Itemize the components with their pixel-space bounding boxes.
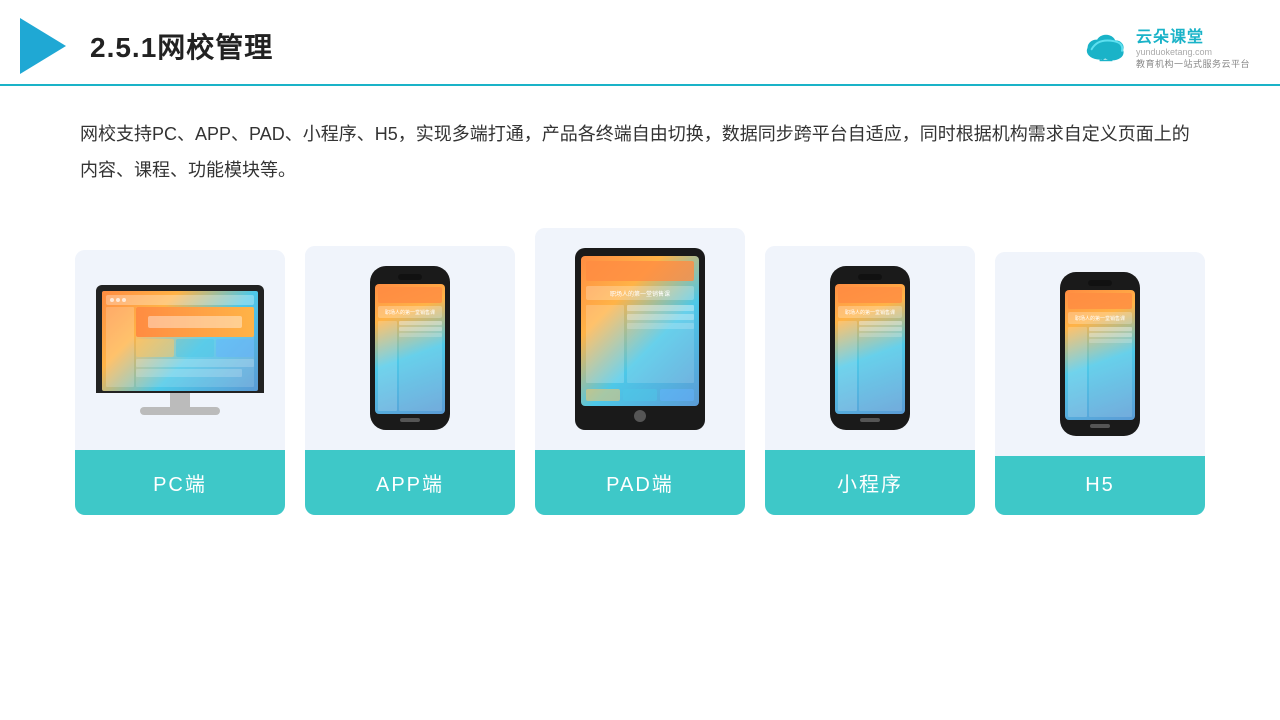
brand-url: yunduoketang.com bbox=[1136, 47, 1212, 57]
card-pad-label: PAD端 bbox=[535, 450, 745, 515]
card-miniprogram-label: 小程序 bbox=[765, 450, 975, 515]
cloud-icon bbox=[1082, 30, 1130, 62]
card-pc-label: PC端 bbox=[75, 450, 285, 515]
card-app-image: 职场人的第一堂销售课 bbox=[305, 246, 515, 450]
tablet-pad-icon: 职场人的第一堂销售课 bbox=[575, 248, 705, 430]
header-left: 2.5.1网校管理 bbox=[20, 18, 273, 74]
card-pad: 职场人的第一堂销售课 bbox=[535, 228, 745, 515]
page-title: 2.5.1网校管理 bbox=[90, 26, 273, 66]
card-app-label: APP端 bbox=[305, 450, 515, 515]
card-pc: PC端 bbox=[75, 250, 285, 515]
card-h5: 职场人的第一堂销售课 H5 bbox=[995, 252, 1205, 515]
description-text: 网校支持PC、APP、PAD、小程序、H5，实现多端打通，产品各终端自由切换，数… bbox=[0, 86, 1280, 198]
header-right: 云朵课堂 yunduoketang.com 教育机构一站式服务云平台 bbox=[1082, 23, 1250, 70]
brand-sub: 教育机构一站式服务云平台 bbox=[1136, 57, 1250, 70]
tablet-home-button bbox=[634, 410, 646, 422]
phone-miniprogram-icon: 职场人的第一堂销售课 bbox=[830, 266, 910, 430]
card-app: 职场人的第一堂销售课 APP端 bbox=[305, 246, 515, 515]
card-pc-image bbox=[75, 250, 285, 450]
header: 2.5.1网校管理 云朵课堂 yunduoketang.com 教育机构 bbox=[0, 0, 1280, 86]
brand-logo: 云朵课堂 yunduoketang.com 教育机构一站式服务云平台 bbox=[1082, 23, 1250, 70]
brand-name: 云朵课堂 bbox=[1136, 23, 1204, 47]
card-pad-image: 职场人的第一堂销售课 bbox=[535, 228, 745, 450]
card-h5-image: 职场人的第一堂销售课 bbox=[995, 252, 1205, 456]
logo-triangle-icon bbox=[20, 18, 66, 74]
cards-container: PC端 职场人的第一堂销售课 bbox=[0, 208, 1280, 555]
card-h5-label: H5 bbox=[995, 456, 1205, 515]
card-miniprogram: 职场人的第一堂销售课 小程序 bbox=[765, 246, 975, 515]
phone-app-icon: 职场人的第一堂销售课 bbox=[370, 266, 450, 430]
brand-text-block: 云朵课堂 yunduoketang.com 教育机构一站式服务云平台 bbox=[1136, 23, 1250, 70]
card-miniprogram-image: 职场人的第一堂销售课 bbox=[765, 246, 975, 450]
phone-h5-icon: 职场人的第一堂销售课 bbox=[1060, 272, 1140, 436]
pc-monitor-icon bbox=[96, 285, 264, 415]
